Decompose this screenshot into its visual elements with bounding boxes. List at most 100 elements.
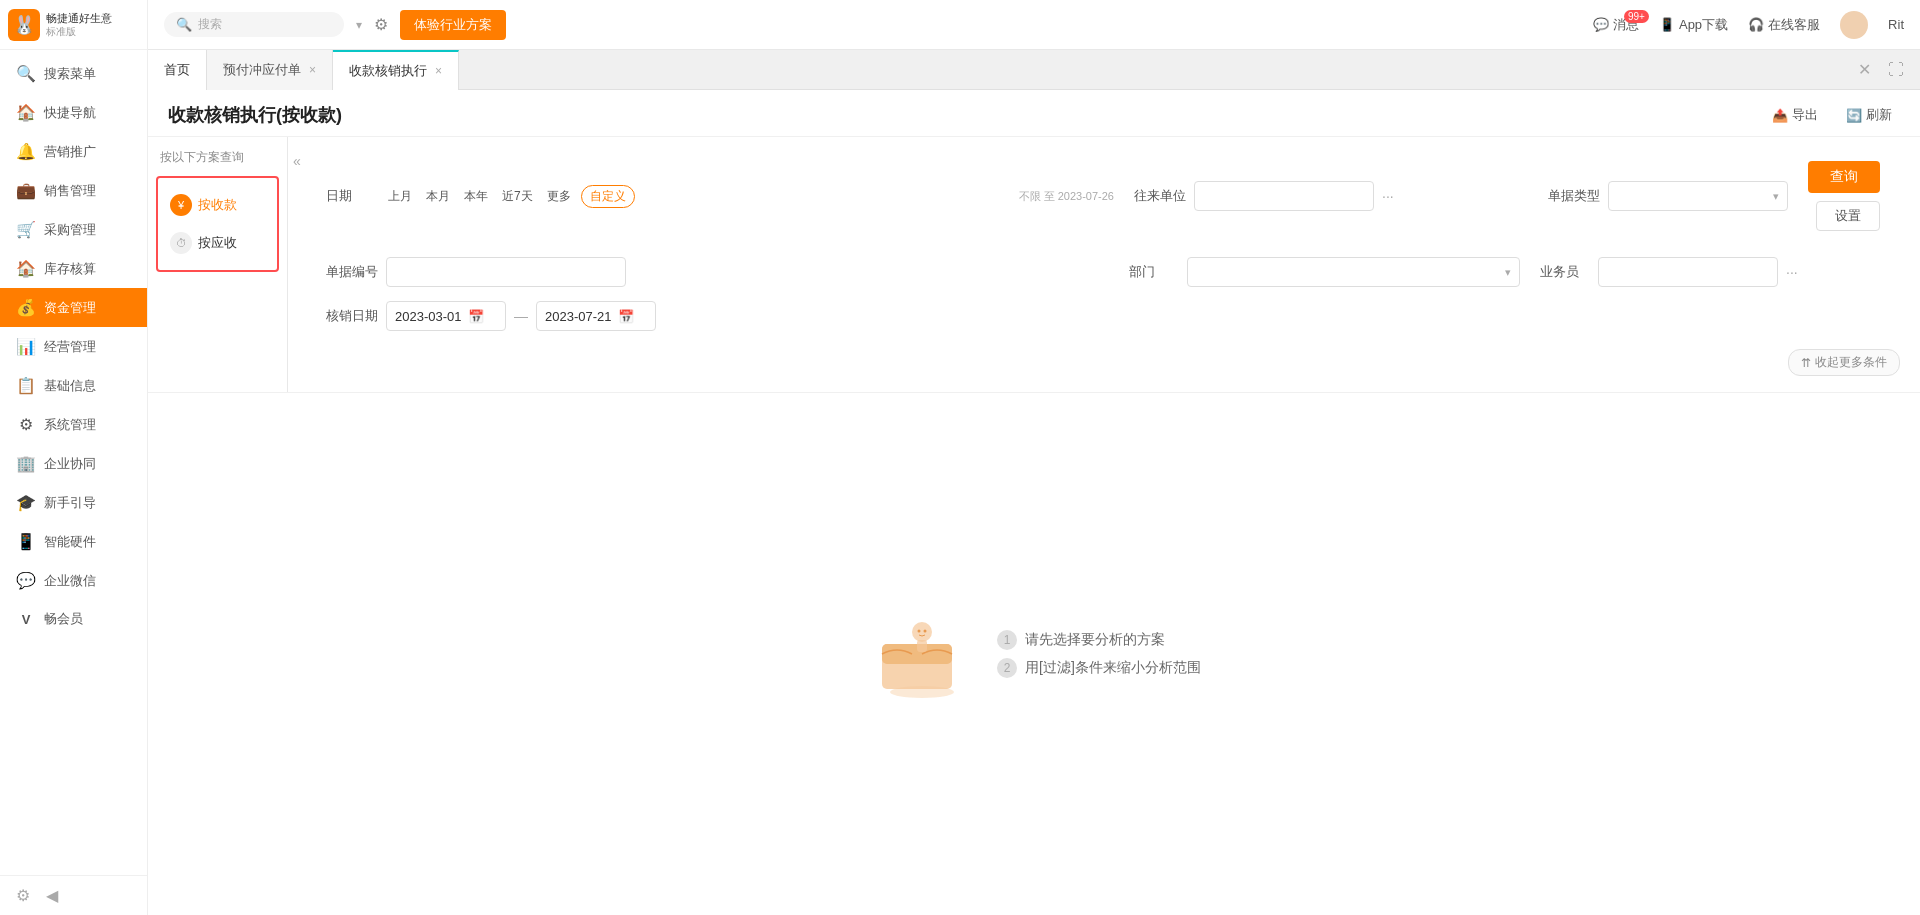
query-button[interactable]: 查询 (1808, 161, 1880, 193)
date-shortcut-last-month[interactable]: 上月 (384, 186, 416, 207)
counterparty-input[interactable] (1194, 181, 1374, 211)
filter-option-by-receivable[interactable]: ⏱ 按应收 (162, 224, 273, 262)
verification-date-label: 核销日期 (326, 307, 378, 325)
sidebar-menu: 🔍 搜索菜单 🏠 快捷导航 🔔 营销推广 💼 销售管理 🛒 采购管理 🏠 库存核… (0, 50, 147, 875)
export-icon: 📤 (1772, 108, 1788, 123)
date-unlimited-text: 不限 至 2023-07-26 (1019, 189, 1114, 204)
sidebar-collapse-icon[interactable]: ◀ (46, 886, 58, 905)
sidebar-item-member[interactable]: V 畅会员 (0, 600, 147, 638)
topbar-chevron-icon[interactable]: ▾ (356, 18, 362, 32)
tab-prepay-label: 预付冲应付单 (223, 61, 301, 79)
empty-illustration (867, 604, 967, 704)
empty-svg (867, 604, 967, 704)
date-shortcut-more[interactable]: 更多 (543, 186, 575, 207)
date-shortcut-custom[interactable]: 自定义 (581, 185, 635, 208)
sidebar-item-enterprise[interactable]: 🏢 企业协同 (0, 444, 147, 483)
department-label: 部门 (1129, 263, 1179, 281)
filter-main: 日期 上月 本月 本年 近7天 更多 自定义 不限 至 2023-07-26 (306, 137, 1920, 392)
doc-number-label: 单据编号 (326, 263, 378, 281)
date-shortcut-last-7days[interactable]: 近7天 (498, 186, 537, 207)
collapse-more-button[interactable]: ⇈ 收起更多条件 (1788, 349, 1900, 376)
sidebar-item-search-menu[interactable]: 🔍 搜索菜单 (0, 54, 147, 93)
empty-hint-2: 2 用[过滤]条件来缩小分析范围 (997, 658, 1201, 678)
business-dots[interactable]: ··· (1786, 264, 1798, 280)
sidebar-item-system[interactable]: ⚙ 系统管理 (0, 405, 147, 444)
tab-close-btn[interactable]: ✕ (1848, 54, 1880, 86)
sidebar-item-weixin[interactable]: 💬 企业微信 (0, 561, 147, 600)
sidebar-item-basic-info[interactable]: 📋 基础信息 (0, 366, 147, 405)
sidebar-bottom: ⚙ ◀ (0, 875, 147, 915)
filter-field-date: 日期 上月 本月 本年 近7天 更多 自定义 不限 至 2023-07-26 (326, 185, 1114, 208)
filter-row-2: 单据编号 部门 ▾ 业务员 ··· (326, 257, 1900, 287)
logo-text: 畅捷通好生意 标准版 (46, 11, 112, 38)
collapse-more-row: ⇈ 收起更多条件 (326, 345, 1900, 380)
topbar-search-box[interactable]: 🔍 搜索 (164, 12, 344, 37)
sidebar-settings-icon[interactable]: ⚙ (16, 886, 30, 905)
business-input[interactable] (1598, 257, 1778, 287)
filter-row-1: 日期 上月 本月 本年 近7天 更多 自定义 不限 至 2023-07-26 (326, 149, 1900, 243)
sidebar-item-capital[interactable]: 💰 资金管理 (0, 288, 147, 327)
tab-collection[interactable]: 收款核销执行 × (333, 50, 459, 90)
refresh-icon: 🔄 (1846, 108, 1862, 123)
sidebar-item-marketing[interactable]: 🔔 营销推广 (0, 132, 147, 171)
message-item[interactable]: 💬 消息 99+ (1593, 16, 1639, 34)
service-icon: 🎧 (1748, 17, 1764, 32)
message-icon: 💬 (1593, 17, 1609, 32)
sidebar-logo: 🐰 畅捷通好生意 标准版 (0, 0, 147, 50)
sidebar-item-quick-nav[interactable]: 🏠 快捷导航 (0, 93, 147, 132)
weixin-icon: 💬 (16, 571, 36, 590)
app-icon: 📱 (1659, 17, 1675, 32)
sidebar-item-guide[interactable]: 🎓 新手引导 (0, 483, 147, 522)
date-shortcut-this-year[interactable]: 本年 (460, 186, 492, 207)
tab-collection-close-icon[interactable]: × (435, 64, 442, 78)
sidebar-item-purchase[interactable]: 🛒 采购管理 (0, 210, 147, 249)
solution-button[interactable]: 体验行业方案 (400, 10, 506, 40)
marketing-icon: 🔔 (16, 142, 36, 161)
date-shortcut-this-month[interactable]: 本月 (422, 186, 454, 207)
sidebar-item-sales[interactable]: 💼 销售管理 (0, 171, 147, 210)
department-select[interactable]: ▾ (1187, 257, 1520, 287)
tab-prepay-close-icon[interactable]: × (309, 63, 316, 77)
tab-prepay[interactable]: 预付冲应付单 × (207, 50, 333, 90)
empty-text-area: 1 请先选择要分析的方案 2 用[过滤]条件来缩小分析范围 (997, 630, 1201, 678)
svg-point-3 (912, 622, 932, 642)
sidebar: 🐰 畅捷通好生意 标准版 🔍 搜索菜单 🏠 快捷导航 🔔 营销推广 💼 销售管理… (0, 0, 148, 915)
topbar-gear-icon[interactable]: ⚙ (374, 15, 388, 34)
app-label: App下载 (1679, 16, 1728, 34)
sidebar-item-hardware[interactable]: 📱 智能硬件 (0, 522, 147, 561)
filter-options-box: ¥ 按收款 ⏱ 按应收 (156, 176, 279, 272)
operations-icon: 📊 (16, 337, 36, 356)
service-item[interactable]: 🎧 在线客服 (1748, 16, 1820, 34)
filter-collapse-btn[interactable]: « (288, 137, 306, 392)
filter-field-verification-date: 核销日期 2023-03-01 📅 — 2023-07-21 📅 (326, 301, 1122, 331)
avatar (1840, 11, 1868, 39)
filter-option-by-collection[interactable]: ¥ 按收款 (162, 186, 273, 224)
sidebar-item-inventory[interactable]: 🏠 库存核算 (0, 249, 147, 288)
export-button[interactable]: 📤 导出 (1764, 102, 1826, 128)
doc-number-input[interactable] (386, 257, 626, 287)
app-download-item[interactable]: 📱 App下载 (1659, 16, 1728, 34)
page-header: 收款核销执行(按收款) 📤 导出 🔄 刷新 (148, 90, 1920, 137)
filter-field-department: 部门 ▾ (1129, 257, 1520, 287)
message-badge: 99+ (1624, 10, 1649, 23)
sales-icon: 💼 (16, 181, 36, 200)
service-label: 在线客服 (1768, 16, 1820, 34)
system-icon: ⚙ (16, 415, 36, 434)
svg-point-6 (924, 630, 927, 633)
tab-collection-label: 收款核销执行 (349, 62, 427, 80)
verification-date-start[interactable]: 2023-03-01 📅 (386, 301, 506, 331)
sidebar-item-operations[interactable]: 📊 经营管理 (0, 327, 147, 366)
verification-date-end[interactable]: 2023-07-21 📅 (536, 301, 656, 331)
page-title: 收款核销执行(按收款) (168, 103, 342, 127)
settings-button[interactable]: 设置 (1816, 201, 1880, 231)
department-arrow-icon: ▾ (1505, 266, 1511, 279)
document-type-select[interactable]: ▾ (1608, 181, 1788, 211)
guide-icon: 🎓 (16, 493, 36, 512)
tab-maximize-btn[interactable]: ⛶ (1880, 54, 1912, 86)
refresh-button[interactable]: 🔄 刷新 (1838, 102, 1900, 128)
tab-home[interactable]: 首页 (148, 50, 207, 90)
search-menu-icon: 🔍 (16, 64, 36, 83)
date-label: 日期 (326, 187, 376, 205)
member-icon: V (16, 612, 36, 627)
counterparty-dots[interactable]: ··· (1382, 188, 1394, 204)
